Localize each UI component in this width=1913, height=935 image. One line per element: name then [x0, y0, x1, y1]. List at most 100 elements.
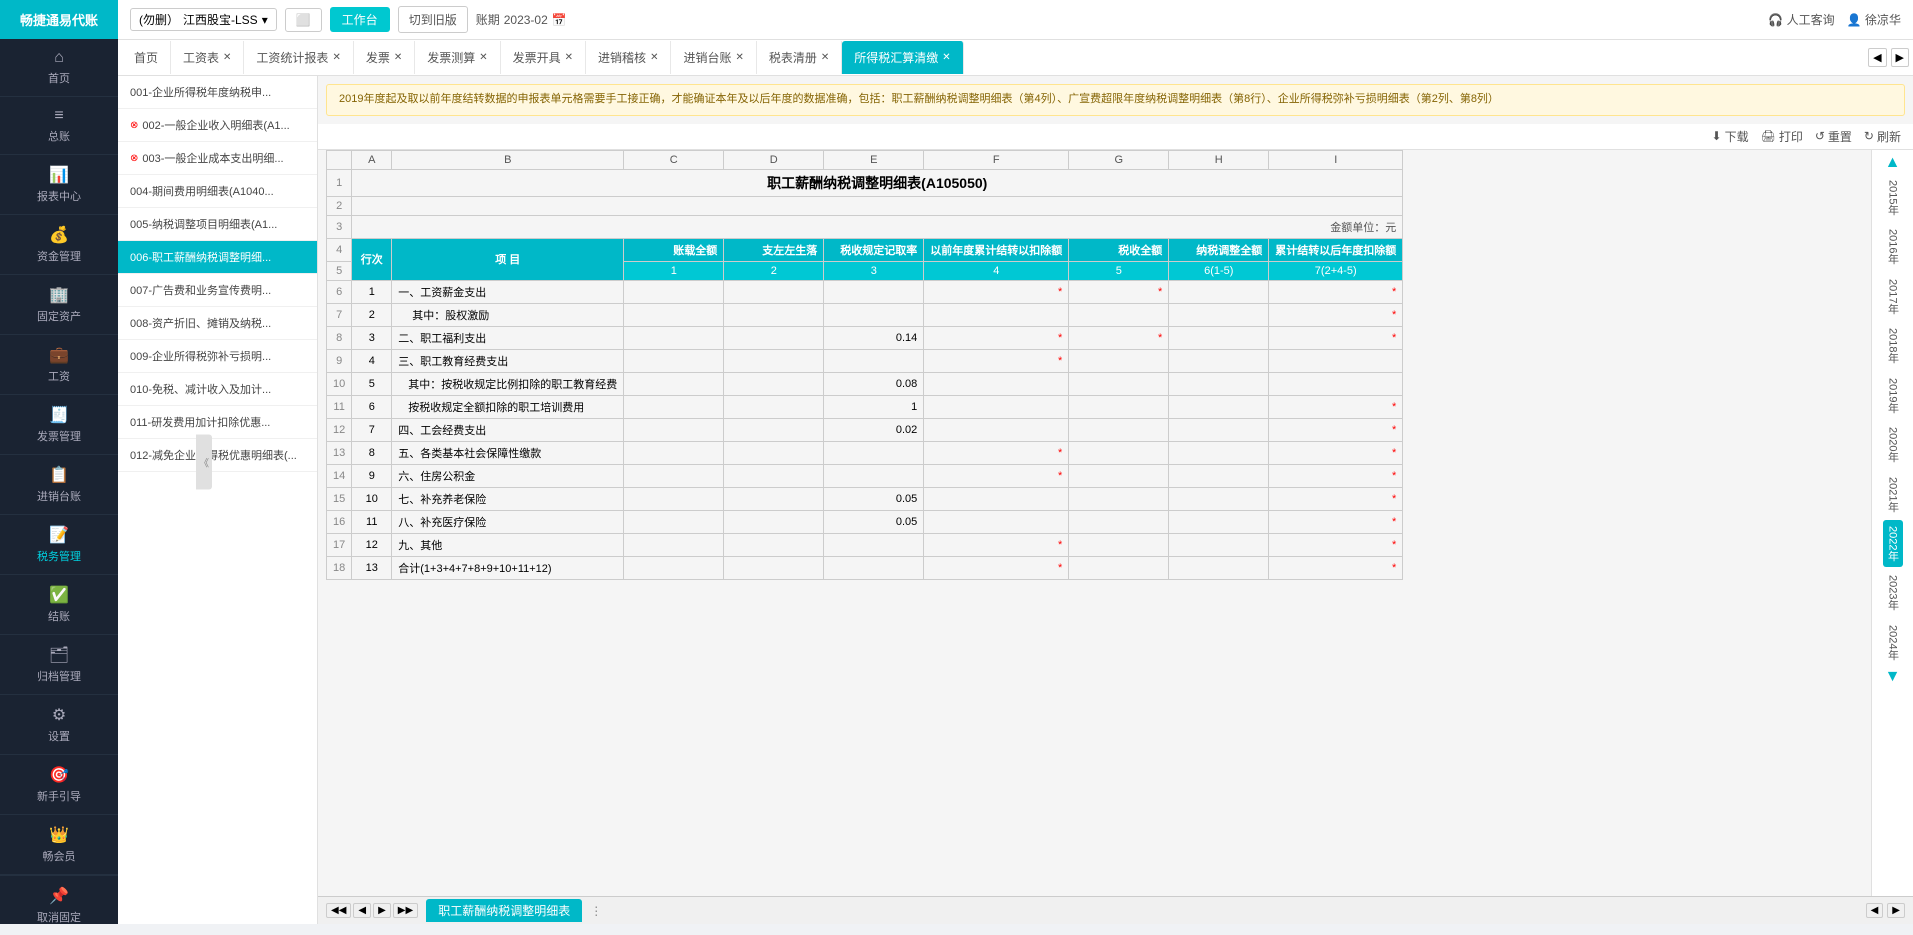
table-title: 职工薪酬纳税调整明细表(A105050) — [352, 169, 1403, 196]
sidebar-item-guide[interactable]: 🎯 新手引导 — [0, 755, 118, 815]
sidebar-label-funds: 资金管理 — [37, 248, 81, 264]
sidebar-item-reports[interactable]: 📊 报表中心 — [0, 155, 118, 215]
switch-version-button[interactable]: 切到旧版 — [398, 6, 468, 33]
sidebar-label-member: 畅会员 — [43, 848, 76, 864]
year-2017[interactable]: 2017年 — [1883, 273, 1903, 320]
year-2023[interactable]: 2023年 — [1883, 569, 1903, 616]
workspace-button[interactable]: 工作台 — [330, 7, 390, 32]
period-label: 账期 — [476, 11, 500, 28]
tab-jihe-close[interactable]: ✕ — [650, 52, 658, 63]
sheet-nav-prev[interactable]: ◀ — [353, 903, 371, 918]
sheet-options-icon[interactable]: ⋮ — [590, 904, 602, 918]
year-2015[interactable]: 2015年 — [1883, 174, 1903, 221]
left-panel-item-004[interactable]: 004-期间费用明细表(A1040... — [118, 175, 317, 208]
sidebar-item-unpin[interactable]: 📌 取消固定 — [0, 875, 118, 935]
tab-income-tax-close[interactable]: ✕ — [942, 52, 950, 63]
right-content: 2019年度起及取以前年度结转数据的申报表单元格需要手工接正确，才能确证本年及以… — [318, 76, 1913, 924]
sheet-nav-next[interactable]: ▶ — [373, 903, 391, 918]
left-panel-item-005[interactable]: 005-纳税调整项目明细表(A1... — [118, 208, 317, 241]
col4-header: 以前年度累计结转以扣除额 — [924, 238, 1069, 261]
year-2022[interactable]: 2022年 — [1883, 520, 1903, 567]
reset-button[interactable]: ↺ 重置 — [1815, 128, 1852, 145]
tab-income-tax[interactable]: 所得税汇算清缴 ✕ — [842, 41, 963, 74]
tab-salary-report-label: 工资统计报表 — [256, 49, 328, 66]
tab-salary-report[interactable]: 工资统计报表 ✕ — [244, 41, 353, 74]
year-2024[interactable]: 2024年 — [1883, 619, 1903, 666]
tabs-bar: 首页 工资表 ✕ 工资统计报表 ✕ 发票 ✕ 发票测算 ✕ 发票开具 ✕ 进销稽… — [118, 40, 1913, 76]
left-panel-item-009[interactable]: 009-企业所得税弥补亏损明... — [118, 340, 317, 373]
sidebar-label-archive: 归档管理 — [37, 668, 81, 684]
left-panel-item-011[interactable]: 011-研发费用加计扣除优惠... — [118, 406, 317, 439]
tab-invoice-calc[interactable]: 发票测算 ✕ — [415, 41, 500, 74]
tab-stock-ledger-close[interactable]: ✕ — [735, 52, 743, 63]
table-row: 16 11 八、补充医疗保险 0.05 * — [327, 510, 1403, 533]
panel-collapse-button[interactable]: 《 — [196, 435, 212, 490]
sidebar-item-tax[interactable]: 📝 税务管理 — [0, 515, 118, 575]
left-panel-item-007[interactable]: 007-广告费和业务宣传费明... — [118, 274, 317, 307]
print-button[interactable]: 🖨 打印 — [1761, 128, 1803, 145]
tab-salary-report-close[interactable]: ✕ — [332, 52, 340, 63]
year-down-arrow[interactable]: ▼ — [1885, 668, 1901, 686]
tab-invoice[interactable]: 发票 ✕ — [354, 41, 415, 74]
sidebar-label-salary: 工资 — [48, 368, 70, 384]
download-button[interactable]: ⬇ 下载 — [1712, 128, 1749, 145]
sidebar-item-ledger[interactable]: ≡ 总账 — [0, 97, 118, 155]
left-panel-item-008[interactable]: 008-资产折旧、摊销及纳税... — [118, 307, 317, 340]
support-button[interactable]: 🎧 人工客询 — [1768, 11, 1834, 28]
left-panel-label-009: 009-企业所得税弥补亏损明... — [130, 348, 271, 364]
scroll-right-button[interactable]: ▶ — [1887, 903, 1905, 918]
year-2016[interactable]: 2016年 — [1883, 223, 1903, 270]
tab-next-button[interactable]: ▶ — [1891, 48, 1909, 67]
left-panel-item-001[interactable]: 001-企业所得税年度纳税申... — [118, 76, 317, 109]
sidebar-item-home[interactable]: ⌂ 首页 — [0, 39, 118, 97]
spreadsheet-container[interactable]: A B C D E F G H I 1 职工薪酬纳税调整明细表(A105050) — [318, 150, 1913, 896]
tab-invoice-open-close[interactable]: ✕ — [565, 52, 573, 63]
year-2021[interactable]: 2021年 — [1883, 471, 1903, 518]
left-panel-item-010[interactable]: 010-免税、减计收入及加计... — [118, 373, 317, 406]
sheet-nav-first[interactable]: ◀◀ — [326, 903, 351, 918]
sidebar-item-assets[interactable]: 🏢 固定资产 — [0, 275, 118, 335]
sidebar-item-invoice[interactable]: 🧾 发票管理 — [0, 395, 118, 455]
left-panel-item-003[interactable]: ⊗ 003-一般企业成本支出明细... — [118, 142, 317, 175]
tab-salary-close[interactable]: ✕ — [223, 52, 231, 63]
tab-tax-list-close[interactable]: ✕ — [821, 52, 829, 63]
scroll-left-button[interactable]: ◀ — [1866, 903, 1884, 918]
refresh-button[interactable]: ↻ 刷新 — [1864, 128, 1901, 145]
left-panel-label-005: 005-纳税调整项目明细表(A1... — [130, 216, 277, 232]
user-menu[interactable]: 👤 徐凉华 — [1847, 11, 1901, 28]
sidebar-label-assets: 固定资产 — [37, 308, 81, 324]
invoice-icon: 🧾 — [49, 405, 69, 425]
left-panel-item-006[interactable]: 006-职工薪酬纳税调整明细... — [118, 241, 317, 274]
sidebar-item-salary[interactable]: 💼 工资 — [0, 335, 118, 395]
sidebar-item-stock[interactable]: 📋 进销台账 — [0, 455, 118, 515]
year-2019[interactable]: 2019年 — [1883, 372, 1903, 419]
content-area: 001-企业所得税年度纳税申... ⊗ 002-一般企业收入明细表(A1... … — [118, 76, 1913, 924]
year-2020[interactable]: 2020年 — [1883, 421, 1903, 468]
year-2018[interactable]: 2018年 — [1883, 322, 1903, 369]
sidebar-item-member[interactable]: 👑 畅会员 — [0, 815, 118, 875]
sidebar-item-settings[interactable]: ⚙ 设置 — [0, 695, 118, 755]
period-selector[interactable]: 账期 2023-02 📅 — [476, 11, 567, 28]
tab-jihe[interactable]: 进销稽核 ✕ — [586, 41, 671, 74]
table-row: 9 4 三、职工教育经费支出 * — [327, 349, 1403, 372]
year-up-arrow[interactable]: ▲ — [1885, 154, 1901, 172]
left-panel-label-010: 010-免税、减计收入及加计... — [130, 381, 271, 397]
left-panel-item-002[interactable]: ⊗ 002-一般企业收入明细表(A1... — [118, 109, 317, 142]
tab-home[interactable]: 首页 — [122, 41, 171, 74]
tab-stock-ledger[interactable]: 进销台账 ✕ — [671, 41, 756, 74]
left-panel-item-012[interactable]: 012-减免企业所得税优惠明细表(... — [118, 439, 317, 472]
sidebar-item-funds[interactable]: 💰 资金管理 — [0, 215, 118, 275]
tab-invoice-close[interactable]: ✕ — [394, 52, 402, 63]
tab-invoice-calc-close[interactable]: ✕ — [479, 52, 487, 63]
tab-tax-list[interactable]: 税表清册 ✕ — [757, 41, 842, 74]
tab-invoice-open[interactable]: 发票开具 ✕ — [501, 41, 586, 74]
tab-prev-button[interactable]: ◀ — [1868, 48, 1886, 67]
copy-button[interactable]: ⬜ — [285, 8, 322, 32]
sidebar-item-close[interactable]: ✅ 结账 — [0, 575, 118, 635]
company-selector[interactable]: (勿删） 江西股宝-LSS ▾ — [130, 8, 277, 31]
sheet-tab-main[interactable]: 职工薪酬纳税调整明细表 — [426, 899, 582, 922]
sheet-nav-last[interactable]: ▶▶ — [393, 903, 418, 918]
sidebar-item-archive[interactable]: 🗂 归档管理 — [0, 635, 118, 695]
notice-bar: 2019年度起及取以前年度结转数据的申报表单元格需要手工接正确，才能确证本年及以… — [326, 84, 1905, 116]
tab-salary[interactable]: 工资表 ✕ — [171, 41, 244, 74]
